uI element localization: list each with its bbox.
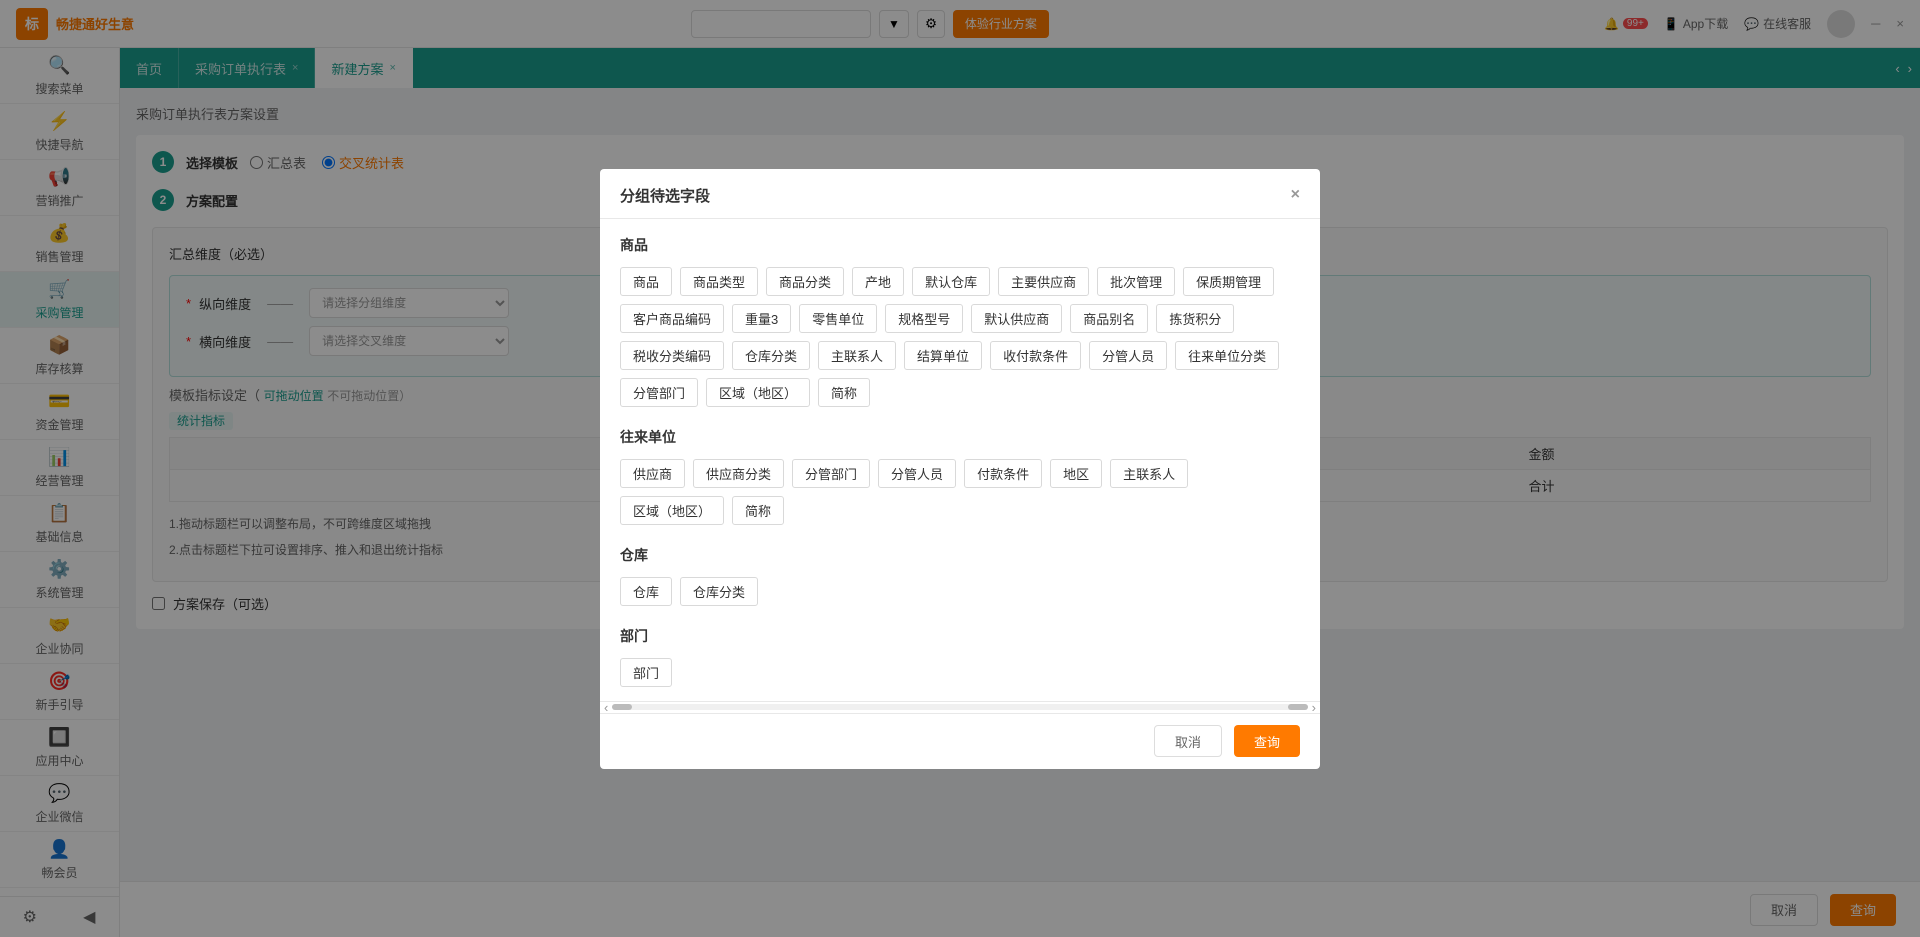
field-tag[interactable]: 部门 (620, 658, 672, 687)
group-title-department: 部门 (620, 626, 1300, 646)
field-tags-partner: 供应商 供应商分类 分管部门 分管人员 付款条件 地区 主联系人 区域（地区） … (620, 459, 1300, 525)
group-title-warehouse: 仓库 (620, 545, 1300, 565)
modal-dialog: 分组待选字段 × 商品 商品 商品类型 商品分类 产地 默认仓库 主要供应商 批… (600, 169, 1320, 769)
field-tag[interactable]: 供应商分类 (693, 459, 784, 488)
field-tag[interactable]: 简称 (818, 378, 870, 407)
field-tag[interactable]: 商品类型 (680, 267, 758, 296)
field-tags-product: 商品 商品类型 商品分类 产地 默认仓库 主要供应商 批次管理 保质期管理 客户… (620, 267, 1300, 407)
horizontal-scroll-track[interactable] (612, 704, 1307, 710)
field-tag[interactable]: 客户商品编码 (620, 304, 724, 333)
field-tags-warehouse: 仓库 仓库分类 (620, 577, 1300, 606)
field-tag[interactable]: 仓库分类 (680, 577, 758, 606)
field-tag[interactable]: 区域（地区） (620, 496, 724, 525)
field-tag[interactable]: 区域（地区） (706, 378, 810, 407)
field-tag[interactable]: 分管人员 (1089, 341, 1167, 370)
modal-close-button[interactable]: × (1291, 186, 1300, 204)
modal-header: 分组待选字段 × (600, 169, 1320, 219)
field-tag[interactable]: 仓库分类 (732, 341, 810, 370)
horizontal-scrollbar: ‹ › (600, 701, 1320, 713)
field-tag[interactable]: 规格型号 (885, 304, 963, 333)
field-tag[interactable]: 主联系人 (1110, 459, 1188, 488)
field-tag[interactable]: 分管部门 (620, 378, 698, 407)
field-tag[interactable]: 商品分类 (766, 267, 844, 296)
field-tag[interactable]: 重量3 (732, 304, 791, 333)
field-group-department: 部门 部门 (620, 626, 1300, 687)
scroll-thumb-left (612, 704, 632, 710)
field-tag[interactable]: 保质期管理 (1183, 267, 1274, 296)
field-tag[interactable]: 付款条件 (964, 459, 1042, 488)
field-group-partner: 往来单位 供应商 供应商分类 分管部门 分管人员 付款条件 地区 主联系人 区域… (620, 427, 1300, 525)
field-tag[interactable]: 结算单位 (904, 341, 982, 370)
field-tag[interactable]: 主要供应商 (998, 267, 1089, 296)
group-title-partner: 往来单位 (620, 427, 1300, 447)
scroll-thumb-right (1288, 704, 1308, 710)
field-tag[interactable]: 零售单位 (799, 304, 877, 333)
field-tag[interactable]: 收付款条件 (990, 341, 1081, 370)
modal-title: 分组待选字段 (620, 185, 710, 206)
field-tag[interactable]: 默认仓库 (912, 267, 990, 296)
field-tag[interactable]: 商品别名 (1070, 304, 1148, 333)
field-tag[interactable]: 税收分类编码 (620, 341, 724, 370)
modal-confirm-button[interactable]: 查询 (1234, 725, 1300, 757)
field-tag[interactable]: 供应商 (620, 459, 685, 488)
field-tag[interactable]: 主联系人 (818, 341, 896, 370)
field-tag[interactable]: 分管部门 (792, 459, 870, 488)
field-tag[interactable]: 地区 (1050, 459, 1102, 488)
field-tags-department: 部门 (620, 658, 1300, 687)
field-tag[interactable]: 拣货积分 (1156, 304, 1234, 333)
field-tag[interactable]: 默认供应商 (971, 304, 1062, 333)
field-tag[interactable]: 简称 (732, 496, 784, 525)
field-tag[interactable]: 仓库 (620, 577, 672, 606)
field-group-warehouse: 仓库 仓库 仓库分类 (620, 545, 1300, 606)
field-tag[interactable]: 批次管理 (1097, 267, 1175, 296)
field-tag[interactable]: 产地 (852, 267, 904, 296)
modal-footer: 取消 查询 (600, 713, 1320, 769)
field-group-product: 商品 商品 商品类型 商品分类 产地 默认仓库 主要供应商 批次管理 保质期管理… (620, 235, 1300, 407)
modal-body: 商品 商品 商品类型 商品分类 产地 默认仓库 主要供应商 批次管理 保质期管理… (600, 219, 1320, 701)
modal-overlay[interactable]: 分组待选字段 × 商品 商品 商品类型 商品分类 产地 默认仓库 主要供应商 批… (0, 0, 1920, 937)
group-title-product: 商品 (620, 235, 1300, 255)
field-tag[interactable]: 分管人员 (878, 459, 956, 488)
field-tag[interactable]: 往来单位分类 (1175, 341, 1279, 370)
field-tag[interactable]: 商品 (620, 267, 672, 296)
modal-cancel-button[interactable]: 取消 (1154, 725, 1222, 757)
